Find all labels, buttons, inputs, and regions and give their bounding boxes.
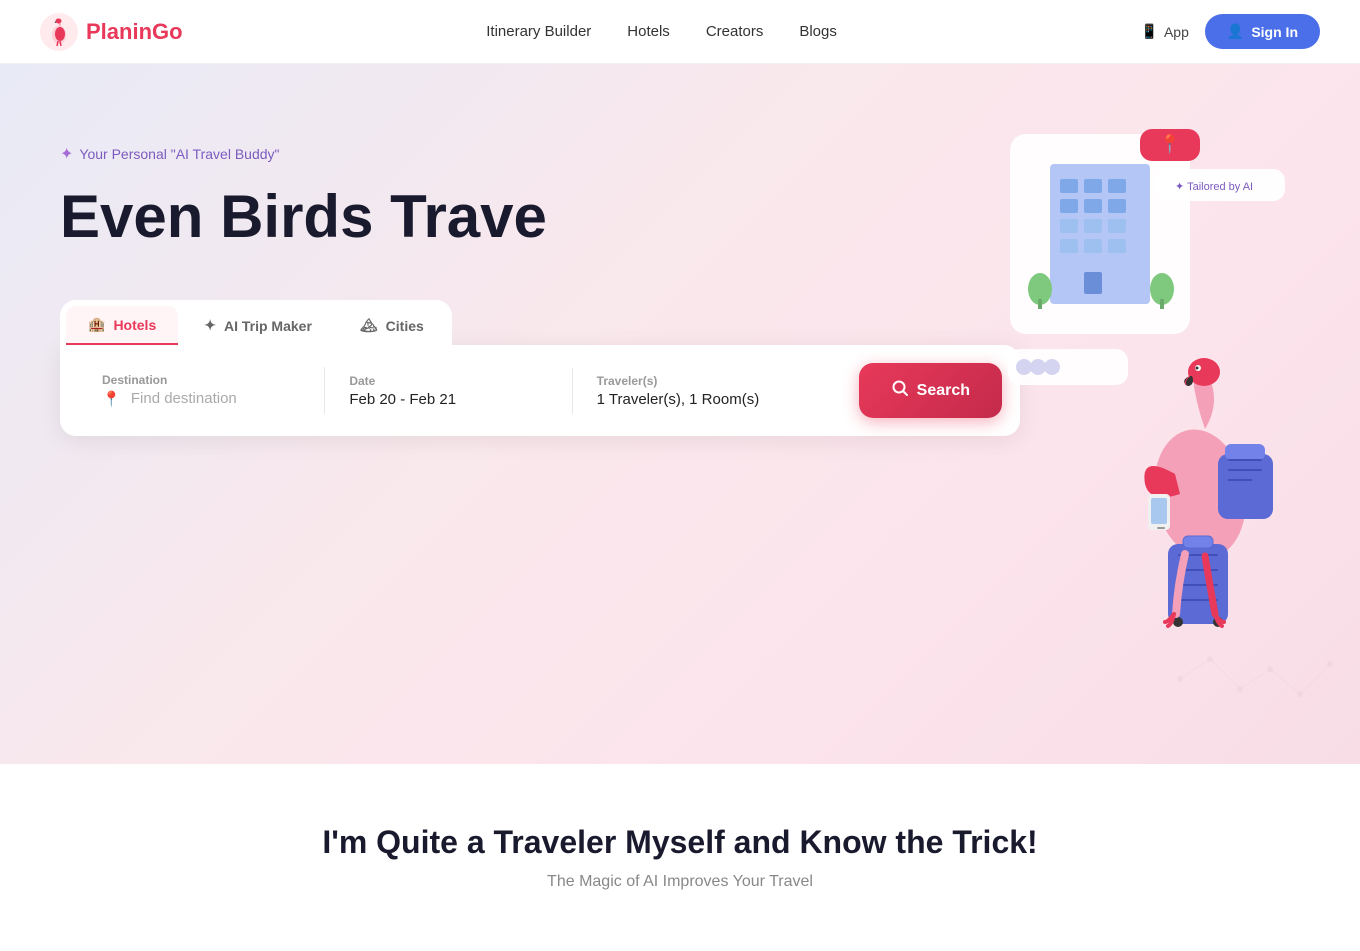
signin-button[interactable]: 👤 Sign In bbox=[1205, 14, 1320, 49]
svg-text:📍: 📍 bbox=[1159, 133, 1181, 154]
date-label: Date bbox=[349, 374, 547, 388]
nav-hotels[interactable]: Hotels bbox=[627, 23, 670, 40]
cities-icon: 🏔 bbox=[360, 317, 378, 334]
ai-icon: ✦ bbox=[204, 317, 216, 334]
nav-creators[interactable]: Creators bbox=[706, 23, 764, 40]
bottom-subtitle: The Magic of AI Improves Your Travel bbox=[547, 873, 813, 891]
user-icon: 👤 bbox=[1227, 23, 1244, 40]
nav-blogs[interactable]: Blogs bbox=[799, 23, 837, 40]
main-nav: Itinerary Builder Hotels Creators Blogs bbox=[486, 23, 837, 40]
svg-text:✦ Tailored by AI: ✦ Tailored by AI bbox=[1175, 181, 1253, 193]
logo-icon bbox=[40, 13, 78, 51]
bottom-section: I'm Quite a Traveler Myself and Know the… bbox=[0, 764, 1360, 951]
travelers-field[interactable]: Traveler(s) 1 Traveler(s), 1 Room(s) bbox=[573, 368, 859, 414]
sparkle-icon: ✦ bbox=[60, 144, 73, 164]
nav-itinerary-builder[interactable]: Itinerary Builder bbox=[486, 23, 591, 40]
header-right: 📱 App 👤 Sign In bbox=[1141, 14, 1320, 49]
map-decoration bbox=[1160, 629, 1360, 734]
app-button[interactable]: 📱 App bbox=[1141, 23, 1189, 40]
header: PlaninGo Itinerary Builder Hotels Creato… bbox=[0, 0, 1360, 64]
logo-text: PlaninGo bbox=[86, 19, 183, 45]
tab-ai-trip-maker[interactable]: ✦ AI Trip Maker bbox=[182, 306, 334, 345]
logo[interactable]: PlaninGo bbox=[40, 13, 183, 51]
phone-icon: 📱 bbox=[1141, 23, 1158, 40]
hero-title: Even Birds Trave bbox=[60, 184, 660, 250]
destination-field[interactable]: Destination 📍 Find destination bbox=[78, 367, 325, 414]
tab-cities[interactable]: 🏔 Cities bbox=[338, 306, 446, 345]
search-tabs: 🏨 Hotels ✦ AI Trip Maker 🏔 Cities bbox=[60, 300, 452, 345]
search-bar: Destination 📍 Find destination Date Feb … bbox=[60, 345, 1020, 436]
tab-hotels[interactable]: 🏨 Hotels bbox=[66, 306, 178, 345]
date-field[interactable]: Date Feb 20 - Feb 21 bbox=[325, 368, 572, 414]
search-icon bbox=[891, 379, 909, 402]
travelers-label: Traveler(s) bbox=[597, 374, 835, 388]
hero-illustration: 📍 ✦ Tailored by AI bbox=[1000, 124, 1320, 684]
illustration-svg: 📍 ✦ Tailored by AI bbox=[1000, 124, 1320, 684]
bottom-title: I'm Quite a Traveler Myself and Know the… bbox=[322, 824, 1037, 861]
destination-label: Destination bbox=[102, 373, 300, 387]
hotels-icon: 🏨 bbox=[88, 316, 105, 333]
hero-badge: ✦ Your Personal "AI Travel Buddy" bbox=[60, 144, 280, 164]
location-icon: 📍 bbox=[102, 390, 121, 408]
hero-section: ✦ Your Personal "AI Travel Buddy" Even B… bbox=[0, 64, 1360, 764]
destination-value: 📍 Find destination bbox=[102, 390, 300, 408]
travelers-value: 1 Traveler(s), 1 Room(s) bbox=[597, 391, 835, 408]
date-value: Feb 20 - Feb 21 bbox=[349, 391, 547, 408]
search-button[interactable]: Search bbox=[859, 363, 1002, 418]
